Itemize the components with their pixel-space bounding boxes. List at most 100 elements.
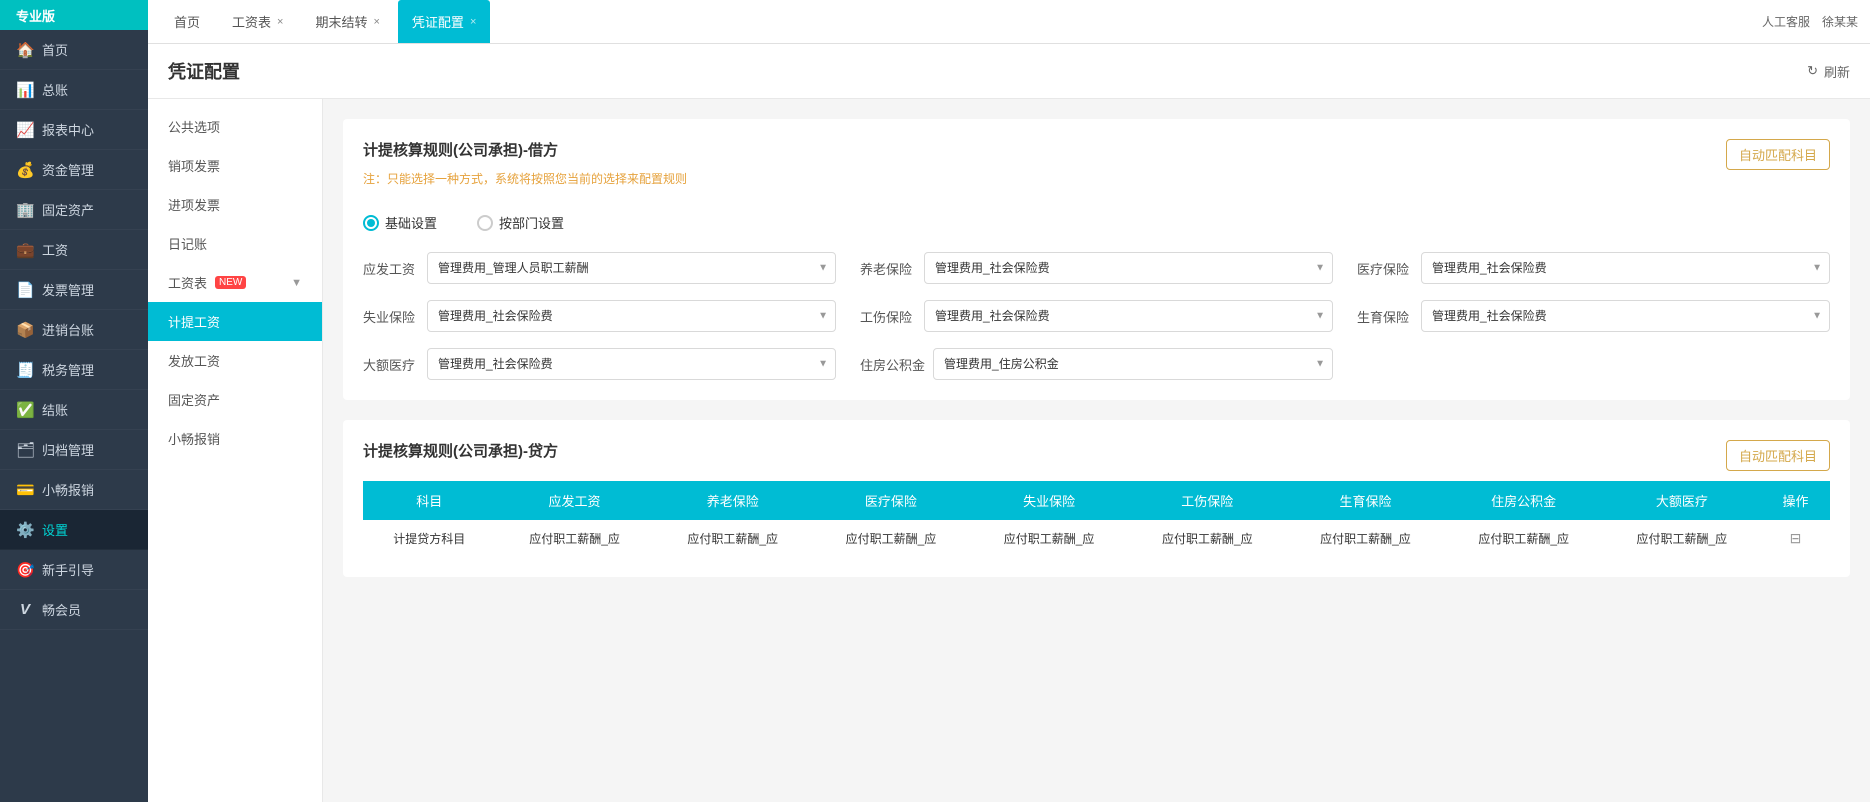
sidebar-item-guide[interactable]: 🎯 新手引导 (0, 550, 148, 590)
sidebar-item-invoice[interactable]: 📄 发票管理 (0, 270, 148, 310)
label-daeliao: 大额医疗 (363, 355, 419, 374)
radio-department[interactable]: 按部门设置 (477, 213, 564, 232)
select-gongjijin[interactable]: 管理费用_住房公积金 ▼ (933, 348, 1333, 380)
form-row-shiye: 失业保险 管理费用_社会保险费 ▼ (363, 300, 836, 332)
form-row-daeliao: 大额医疗 管理费用_社会保险费 ▼ (363, 348, 836, 380)
tab-home-label: 首页 (174, 12, 200, 31)
new-badge: NEW (215, 276, 246, 289)
sidebar-item-home[interactable]: 🏠 首页 (0, 30, 148, 70)
page-title: 凭证配置 (168, 58, 240, 84)
select-daeliao[interactable]: 管理费用_社会保险费 ▼ (427, 348, 836, 380)
nav-sales-invoice[interactable]: 销项发票 (148, 146, 322, 185)
form-row-yiliao: 医疗保险 管理费用_社会保险费 ▼ (1357, 252, 1830, 284)
sidebar-item-settings[interactable]: ⚙️ 设置 (0, 510, 148, 550)
form-row-gongshang: 工伤保险 管理费用_社会保险费 ▼ (860, 300, 1333, 332)
select-yingfagongzi[interactable]: 管理费用_管理人员职工薪酬 ▼ (427, 252, 836, 284)
label-shengyu: 生育保险 (1357, 307, 1413, 326)
sidebar-item-settlement[interactable]: ✅ 结账 (0, 390, 148, 430)
cell-action[interactable]: ⊟ (1761, 520, 1830, 557)
sidebar-item-tax[interactable]: 🧾 税务管理 (0, 350, 148, 390)
tab-payroll-close[interactable]: × (277, 16, 283, 28)
debit-auto-match-btn[interactable]: 自动匹配科目 (1726, 139, 1830, 170)
label-gongshang: 工伤保险 (860, 307, 916, 326)
cell-shengyu: 应付职工薪酬_应 (1286, 520, 1444, 557)
sidebar-item-payroll[interactable]: 💼 工资 (0, 230, 148, 270)
refresh-btn[interactable]: ↻ 刷新 (1807, 62, 1850, 81)
cell-gongshang: 应付职工薪酬_应 (1128, 520, 1286, 557)
debit-note: 注：只能选择一种方式，系统将按照您当前的选择来配置规则 (363, 170, 687, 187)
radio-dept-circle (477, 215, 493, 231)
invoice-icon: 📄 (16, 281, 34, 299)
nav-purchase-invoice[interactable]: 进项发票 (148, 185, 322, 224)
label-yingfagongzi: 应发工资 (363, 259, 419, 278)
nav-xiaochangbao2[interactable]: 小畅报销 (148, 419, 322, 458)
sidebar-item-fund-management[interactable]: 💰 资金管理 (0, 150, 148, 190)
guide-icon: 🎯 (16, 561, 34, 579)
label-yiliao: 医疗保险 (1357, 259, 1413, 278)
sidebar-item-fixed-assets[interactable]: 🏢 固定资产 (0, 190, 148, 230)
sidebar-item-archive[interactable]: 🗂 归档管理 (0, 430, 148, 470)
label-shiye: 失业保险 (363, 307, 419, 326)
right-content: 计提核算规则(公司承担)-借方 注：只能选择一种方式，系统将按照您当前的选择来配… (323, 99, 1870, 802)
sidebar-item-member[interactable]: V 畅会员 (0, 590, 148, 630)
select-shiye[interactable]: 管理费用_社会保险费 ▼ (427, 300, 836, 332)
nav-public-options[interactable]: 公共选项 (148, 107, 322, 146)
form-row-gongjijin: 住房公积金 管理费用_住房公积金 ▼ (860, 348, 1333, 380)
user-service[interactable]: 人工客服 (1762, 13, 1810, 30)
username: 徐某某 (1822, 13, 1858, 30)
content-area: 公共选项 销项发票 进项发票 日记账 工资表 NEW ▼ 计提工资 (148, 99, 1870, 802)
tab-payroll-label: 工资表 (232, 12, 271, 31)
debit-radio-group: 基础设置 按部门设置 (363, 213, 1830, 232)
sidebar-item-xiaochangbao[interactable]: 💳 小畅报销 (0, 470, 148, 510)
purchase-icon: 📦 (16, 321, 34, 339)
tab-voucher-close[interactable]: × (470, 16, 476, 28)
sidebar-item-purchase-sales[interactable]: 📦 进销台账 (0, 310, 148, 350)
assets-icon: 🏢 (16, 201, 34, 219)
col-subject: 科目 (363, 481, 495, 520)
debit-section: 计提核算规则(公司承担)-借方 注：只能选择一种方式，系统将按照您当前的选择来配… (343, 119, 1850, 400)
radio-basic[interactable]: 基础设置 (363, 213, 437, 232)
main-area: 首页 工资表 × 期末结转 × 凭证配置 × 人工客服 徐某某 凭证配置 ↻ 刷… (148, 0, 1870, 802)
form-row-yanglao: 养老保险 管理费用_社会保险费 ▼ (860, 252, 1333, 284)
select-gongshang[interactable]: 管理费用_社会保险费 ▼ (924, 300, 1333, 332)
debit-form-grid: 应发工资 管理费用_管理人员职工薪酬 ▼ 养老保险 管理费用_社会保险费 ▼ (363, 252, 1830, 380)
nav-payroll-table[interactable]: 工资表 NEW ▼ (148, 263, 322, 302)
select-yiliao[interactable]: 管理费用_社会保险费 ▼ (1421, 252, 1830, 284)
nav-distribute-salary[interactable]: 发放工资 (148, 341, 322, 380)
label-gongjijin: 住房公积金 (860, 355, 925, 374)
cell-yiliao: 应付职工薪酬_应 (812, 520, 970, 557)
cell-yingfa: 应付职工薪酬_应 (495, 520, 653, 557)
ledger-icon: 📊 (16, 81, 34, 99)
payroll-icon: 💼 (16, 241, 34, 259)
cell-yanglao: 应付职工薪酬_应 (654, 520, 812, 557)
credit-auto-match-btn[interactable]: 自动匹配科目 (1726, 440, 1830, 471)
app-title: 专业版 (0, 0, 148, 30)
delete-row-btn[interactable]: ⊟ (1790, 530, 1802, 546)
col-yingfa: 应发工资 (495, 481, 653, 520)
tab-payroll-table[interactable]: 工资表 × (218, 0, 297, 43)
select-shengyu[interactable]: 管理费用_社会保险费 ▼ (1421, 300, 1830, 332)
nav-fixed-assets2[interactable]: 固定资产 (148, 380, 322, 419)
fund-icon: 💰 (16, 161, 34, 179)
col-shiye: 失业保险 (970, 481, 1128, 520)
col-gongjijin: 住房公积金 (1445, 481, 1603, 520)
cell-gongjijin: 应付职工薪酬_应 (1445, 520, 1603, 557)
tab-voucher-config[interactable]: 凭证配置 × (398, 0, 490, 43)
tab-period-close[interactable]: 期末结转 × (301, 0, 393, 43)
sidebar-item-report-center[interactable]: 📈 报表中心 (0, 110, 148, 150)
radio-basic-circle (363, 215, 379, 231)
topbar-right: 人工客服 徐某某 (1762, 13, 1858, 30)
arrow-icon: ▼ (291, 277, 302, 289)
member-icon: V (16, 601, 34, 618)
refresh-icon: ↻ (1807, 63, 1818, 79)
nav-journal[interactable]: 日记账 (148, 224, 322, 263)
nav-accrual-salary[interactable]: 计提工资 (148, 302, 322, 341)
topbar: 首页 工资表 × 期末结转 × 凭证配置 × 人工客服 徐某某 (148, 0, 1870, 44)
tab-period-close-btn[interactable]: × (373, 16, 379, 28)
tab-home[interactable]: 首页 (160, 0, 214, 43)
select-yanglao[interactable]: 管理费用_社会保险费 ▼ (924, 252, 1333, 284)
credit-title: 计提核算规则(公司承担)-贷方 (363, 440, 558, 461)
sidebar-item-general-ledger[interactable]: 📊 总账 (0, 70, 148, 110)
form-row-shengyu: 生育保险 管理费用_社会保险费 ▼ (1357, 300, 1830, 332)
sidebar: 专业版 🏠 首页 📊 总账 📈 报表中心 💰 资金管理 🏢 固定资产 💼 工资 … (0, 0, 148, 802)
